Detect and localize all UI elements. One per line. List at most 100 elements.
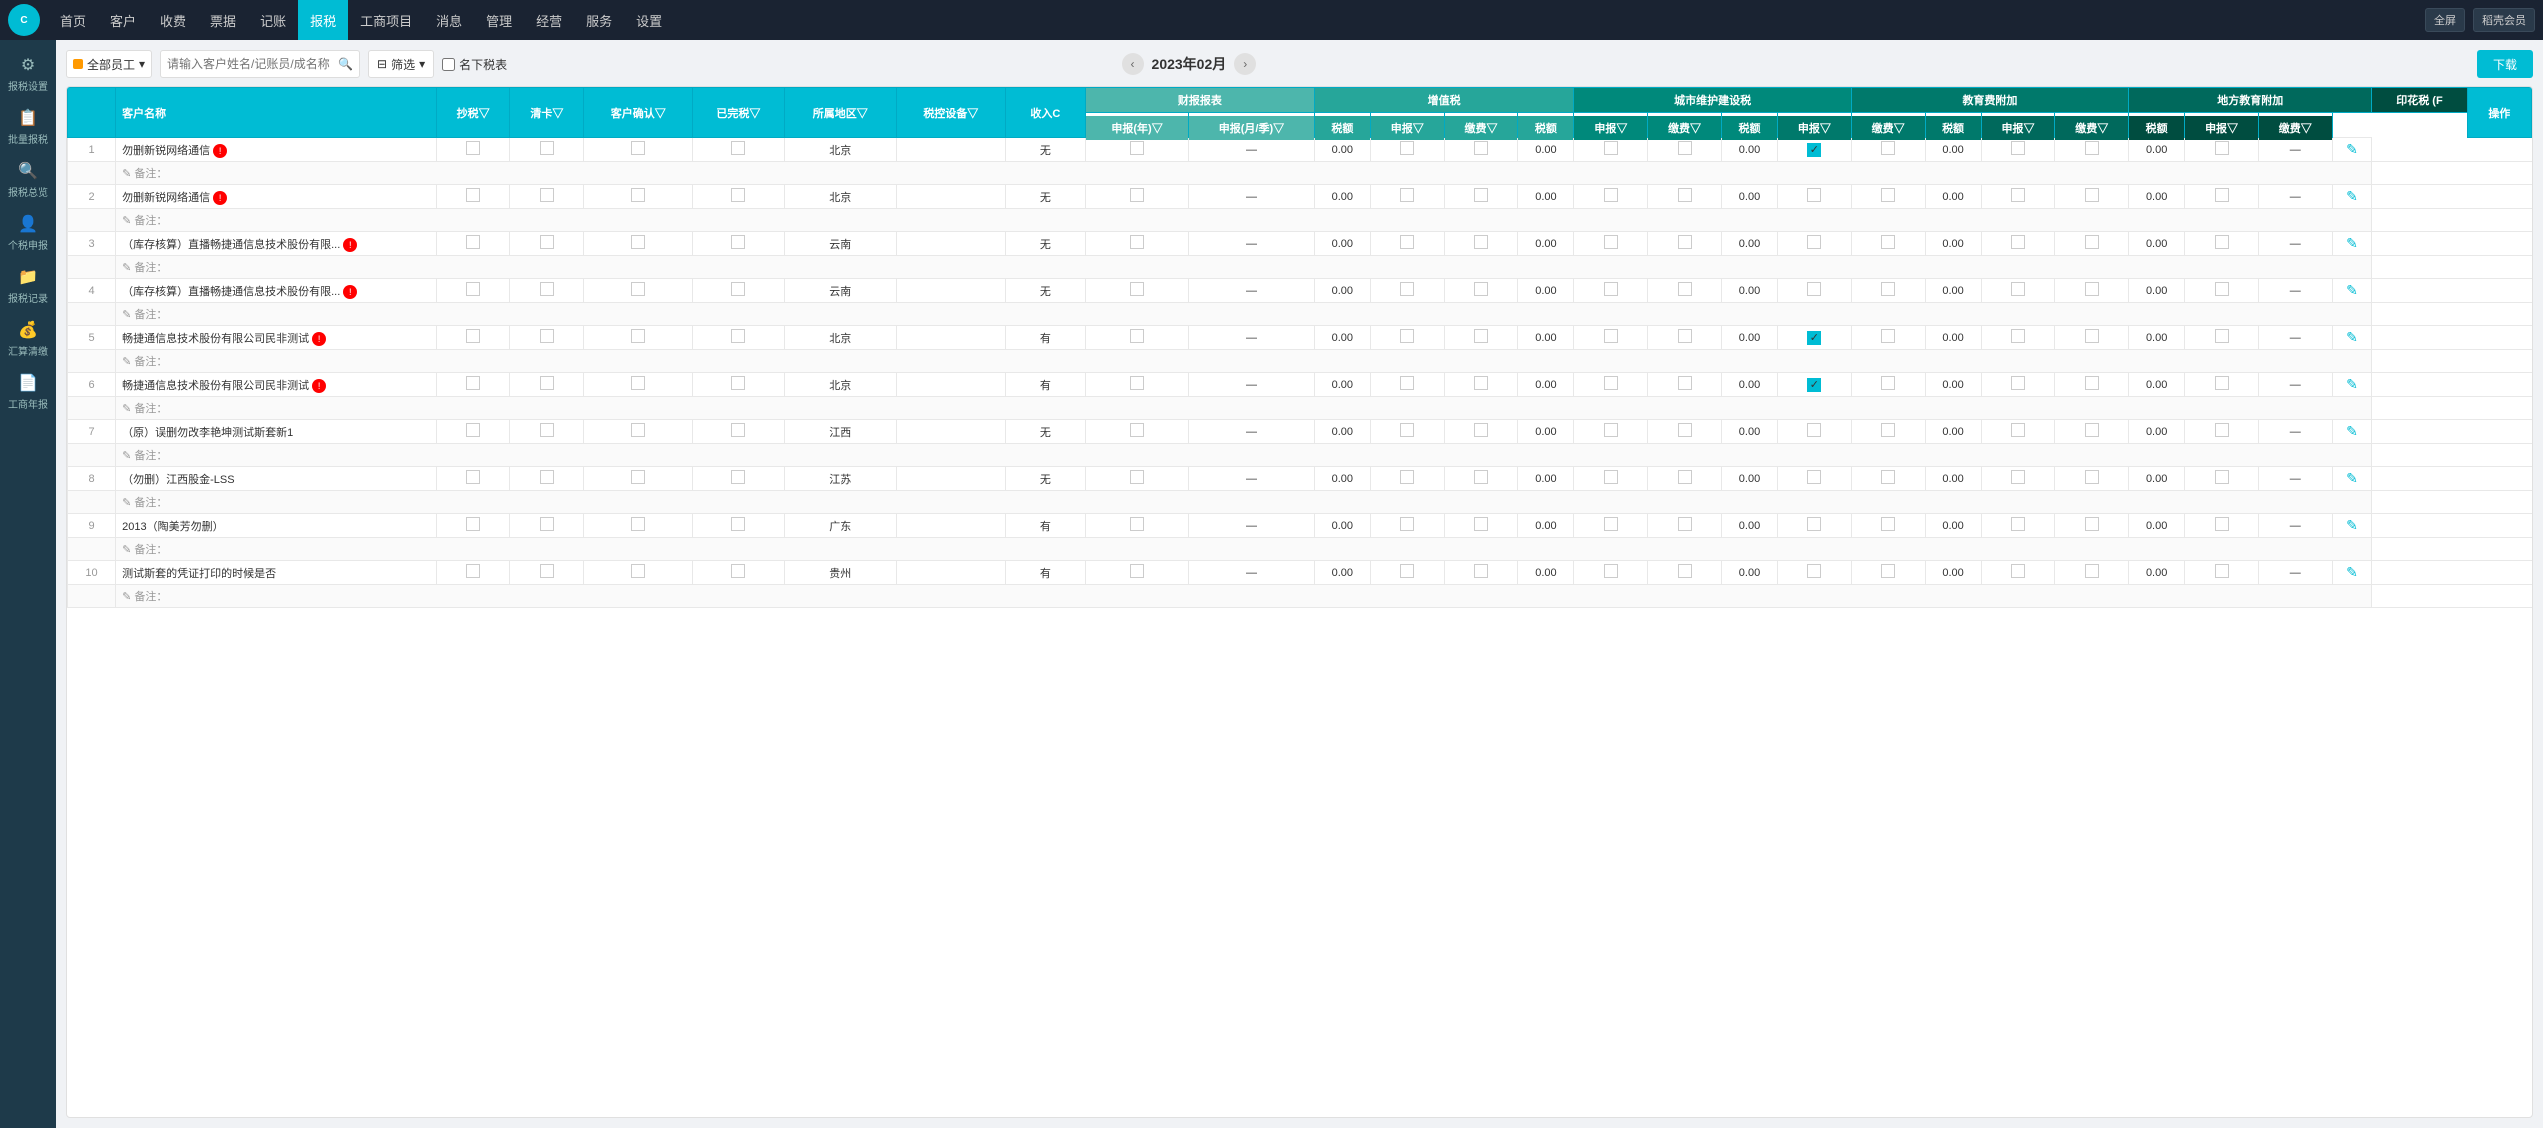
qingka-cell: [510, 514, 584, 538]
zz-amount-cell: 0.00: [1314, 467, 1370, 491]
nav-item-票据[interactable]: 票据: [198, 0, 248, 40]
fullscreen-button[interactable]: 全屏: [2425, 8, 2465, 32]
region-cell: 北京: [784, 185, 896, 209]
cw-year-cell: [1085, 514, 1188, 538]
jy-amount-cell: 0.00: [1925, 514, 1981, 538]
device-cell: [896, 326, 1005, 350]
chaoshui-cell: [436, 279, 510, 303]
qingka-cell: [510, 185, 584, 209]
df-shenb-cell: [1981, 514, 2055, 538]
search-icon: 🔍: [338, 57, 353, 71]
sidebar-item-汇算清缴[interactable]: 💰汇算清缴: [2, 313, 54, 364]
income-cell: 有: [1005, 326, 1085, 350]
client-name: 勿删新锐网络通信!: [116, 185, 437, 209]
edit-icon[interactable]: ✎: [2346, 470, 2358, 486]
table-note-row: ✎ 备注：: [68, 162, 2532, 185]
action-cell: ✎: [2332, 561, 2372, 585]
th-cs-jiaof: 缴费▽: [1648, 115, 1722, 140]
note-cell: ✎ 备注：: [116, 585, 2372, 608]
cw-month-cell: —: [1189, 279, 1315, 303]
date-prev-button[interactable]: ‹: [1122, 53, 1144, 75]
action-cell: ✎: [2332, 467, 2372, 491]
jy-shenb-cell: [1778, 467, 1852, 491]
cs-shenb-cell: [1574, 326, 1648, 350]
date-next-button[interactable]: ›: [1234, 53, 1256, 75]
edit-icon[interactable]: ✎: [2346, 235, 2358, 251]
cs-amount-cell: 0.00: [1721, 373, 1777, 397]
search-input[interactable]: [167, 57, 338, 71]
zz-jiaof-cell: [1444, 185, 1518, 209]
sidebar-item-工商年报[interactable]: 📄工商年报: [2, 366, 54, 417]
zz-amount-cell: 0.00: [1314, 561, 1370, 585]
device-cell: [896, 279, 1005, 303]
download-button[interactable]: 下载: [2477, 50, 2533, 78]
yh-shenb-cell: [2185, 467, 2259, 491]
edit-icon[interactable]: ✎: [2346, 141, 2358, 157]
zz-amount-cell: 0.00: [1314, 279, 1370, 303]
nav-item-客户[interactable]: 客户: [98, 0, 148, 40]
th-caiwu-group: 财报报表: [1085, 88, 1314, 113]
sidebar-item-批量报税[interactable]: 📋批量报税: [2, 101, 54, 152]
sidebar-item-个税申报[interactable]: 👤个税申报: [2, 207, 54, 258]
nav-item-记账[interactable]: 记账: [248, 0, 298, 40]
zz-extra-cell: 0.00: [1518, 185, 1574, 209]
sidebar-icon: 📋: [17, 107, 39, 129]
df-shenb-cell: [1981, 561, 2055, 585]
th-jy-extra: 税额: [1925, 115, 1981, 140]
vip-button[interactable]: 稻壳会员: [2473, 8, 2535, 32]
nav-item-收费[interactable]: 收费: [148, 0, 198, 40]
edit-icon[interactable]: ✎: [2346, 188, 2358, 204]
cs-jiaof-cell: [1648, 138, 1722, 162]
nav-item-设置[interactable]: 设置: [624, 0, 674, 40]
df-jiaof-cell: [2055, 514, 2129, 538]
qingka-cell: [510, 279, 584, 303]
note-num: [68, 256, 116, 279]
sidebar-item-报税记录[interactable]: 📁报税记录: [2, 260, 54, 311]
region-cell: 云南: [784, 232, 896, 256]
note-num: [68, 491, 116, 514]
check-label[interactable]: 名下税表: [442, 56, 507, 73]
zz-shenb-cell: [1370, 561, 1444, 585]
filter-button[interactable]: ⊟ 筛选 ▾: [368, 50, 434, 78]
sidebar-item-报税设置[interactable]: ⚙报税设置: [2, 48, 54, 99]
edit-icon[interactable]: ✎: [2346, 376, 2358, 392]
data-table-wrapper[interactable]: 客户名称 抄税▽ 清卡▽ 客户确认▽ 已完税▽ 所属地区▽ 税控设备▽ 收入C …: [66, 86, 2533, 1118]
note-cell: ✎ 备注：: [116, 491, 2372, 514]
edit-icon[interactable]: ✎: [2346, 282, 2358, 298]
th-index: [68, 88, 116, 138]
zz-extra-cell: 0.00: [1518, 420, 1574, 444]
row-number: 9: [68, 514, 116, 538]
chaoshui-cell: [436, 514, 510, 538]
cs-jiaof-cell: [1648, 279, 1722, 303]
cw-month-cell: —: [1189, 561, 1315, 585]
nav-item-工商项目[interactable]: 工商项目: [348, 0, 424, 40]
yh-shenb-cell: [2185, 514, 2259, 538]
cs-jiaof-cell: [1648, 326, 1722, 350]
edit-icon[interactable]: ✎: [2346, 517, 2358, 533]
df-shenb-cell: [1981, 232, 2055, 256]
alert-badge: !: [312, 379, 326, 393]
edit-icon[interactable]: ✎: [2346, 564, 2358, 580]
income-cell: 无: [1005, 279, 1085, 303]
qingka-cell: [510, 420, 584, 444]
sidebar-item-报税总览[interactable]: 🔍报税总览: [2, 154, 54, 205]
edit-icon[interactable]: ✎: [2346, 329, 2358, 345]
nav-item-服务[interactable]: 服务: [574, 0, 624, 40]
nav-item-管理[interactable]: 管理: [474, 0, 524, 40]
nav-item-消息[interactable]: 消息: [424, 0, 474, 40]
named-tax-checkbox[interactable]: [442, 58, 455, 71]
row-number: 7: [68, 420, 116, 444]
nav-item-报税[interactable]: 报税: [298, 0, 348, 40]
staff-filter[interactable]: 全部员工 ▾: [66, 50, 152, 78]
jy-amount-cell: 0.00: [1925, 420, 1981, 444]
cs-amount-cell: 0.00: [1721, 232, 1777, 256]
left-sidebar: ⚙报税设置📋批量报税🔍报税总览👤个税申报📁报税记录💰汇算清缴📄工商年报: [0, 40, 56, 1128]
edit-icon[interactable]: ✎: [2346, 423, 2358, 439]
nav-item-经营[interactable]: 经营: [524, 0, 574, 40]
df-jiaof-cell: [2055, 138, 2129, 162]
zz-shenb-cell: [1370, 373, 1444, 397]
jy-shenb-cell: [1778, 232, 1852, 256]
yh-jiaof-cell: —: [2258, 279, 2332, 303]
zz-jiaof-cell: [1444, 138, 1518, 162]
nav-item-首页[interactable]: 首页: [48, 0, 98, 40]
